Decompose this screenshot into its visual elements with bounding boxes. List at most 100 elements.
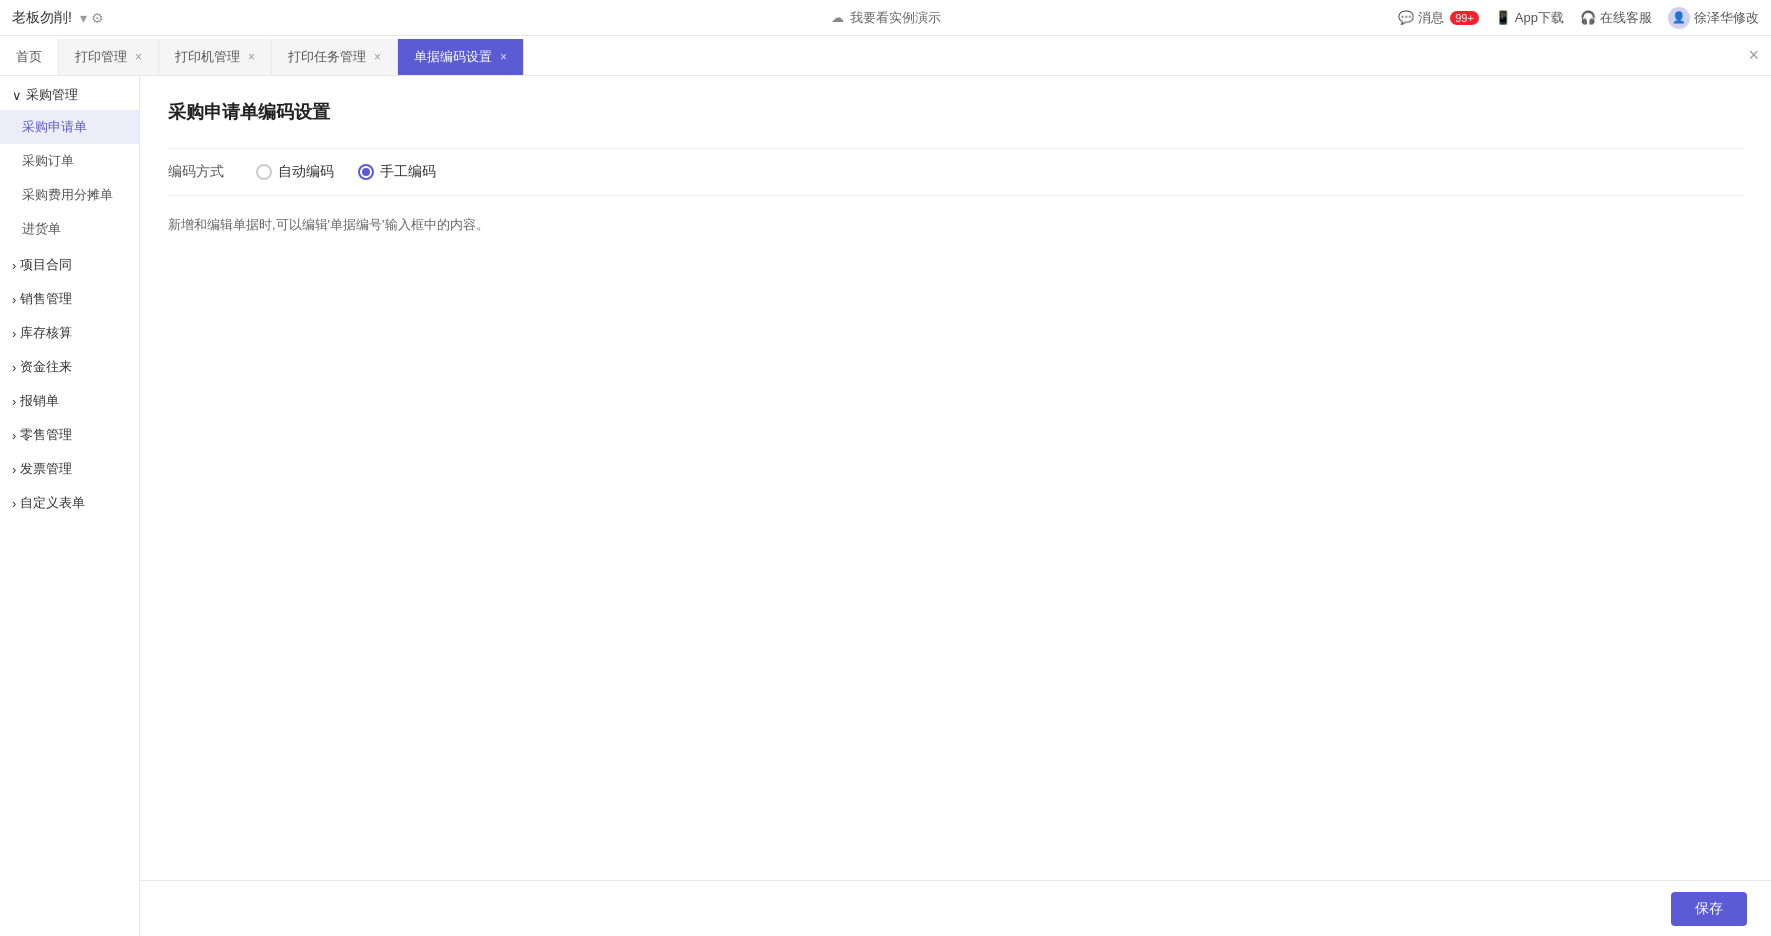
radio-manual-label: 手工编码 bbox=[380, 163, 436, 181]
page-title: 采购申请单编码设置 bbox=[168, 100, 1743, 124]
tab-print-manage[interactable]: 打印管理 × bbox=[59, 39, 159, 75]
expand-icon: › bbox=[12, 292, 16, 307]
online-service-button[interactable]: 🎧 在线客服 bbox=[1580, 9, 1652, 27]
message-badge: 99+ bbox=[1450, 11, 1479, 25]
message-button[interactable]: 💬 消息 99+ bbox=[1398, 9, 1479, 27]
top-bar-left: 老板勿削! ▾ ⚙ bbox=[12, 9, 104, 27]
radio-manual-circle bbox=[358, 164, 374, 180]
tab-doc-code-label: 单据编码设置 bbox=[414, 48, 492, 66]
sidebar-group-reimbursement-label: 报销单 bbox=[20, 392, 59, 410]
close-all-tabs-button[interactable]: × bbox=[1748, 45, 1759, 66]
expand-icon: › bbox=[12, 428, 16, 443]
sidebar-group-custom-form-label: 自定义表单 bbox=[20, 494, 85, 512]
sidebar-group-retail-title[interactable]: › 零售管理 bbox=[0, 416, 139, 450]
sidebar-group-purchase-title[interactable]: ∨ 采购管理 bbox=[0, 76, 139, 110]
save-button[interactable]: 保存 bbox=[1671, 892, 1747, 926]
sidebar-group-purchase-label: 采购管理 bbox=[26, 86, 78, 104]
user-name: 徐泽华修改 bbox=[1694, 9, 1759, 27]
expand-icon: › bbox=[12, 326, 16, 341]
sidebar-group-purchase: ∨ 采购管理 采购申请单 采购订单 采购费用分摊单 进货单 bbox=[0, 76, 139, 246]
cloud-icon: ☁ bbox=[831, 10, 844, 25]
coding-method-radio-group: 自动编码 手工编码 bbox=[256, 163, 436, 181]
sidebar-item-purchase-request-label: 采购申请单 bbox=[22, 119, 87, 134]
top-bar-center: ☁ 我要看实例演示 bbox=[831, 9, 941, 27]
headset-icon: 🎧 bbox=[1580, 10, 1596, 25]
radio-auto-label: 自动编码 bbox=[278, 163, 334, 181]
content-inner: 采购申请单编码设置 编码方式 自动编码 手工编码 新增和编辑单据时,可以编辑'单… bbox=[140, 76, 1771, 880]
radio-auto-coding[interactable]: 自动编码 bbox=[256, 163, 334, 181]
message-label: 消息 bbox=[1418, 9, 1444, 27]
user-menu[interactable]: 👤 徐泽华修改 bbox=[1668, 7, 1759, 29]
sidebar-group-inventory-label: 库存核算 bbox=[20, 324, 72, 342]
app-download-label: App下载 bbox=[1515, 9, 1564, 27]
sidebar-group-capital-label: 资金往来 bbox=[20, 358, 72, 376]
sidebar-group-project-title[interactable]: › 项目合同 bbox=[0, 246, 139, 280]
tab-print-task[interactable]: 打印任务管理 × bbox=[272, 39, 398, 75]
tab-print-task-label: 打印任务管理 bbox=[288, 48, 366, 66]
sidebar-item-purchase-expense[interactable]: 采购费用分摊单 bbox=[0, 178, 139, 212]
top-bar: 老板勿削! ▾ ⚙ ☁ 我要看实例演示 💬 消息 99+ 📱 App下载 🎧 在… bbox=[0, 0, 1771, 36]
online-service-label: 在线客服 bbox=[1600, 9, 1652, 27]
sidebar-group-invoice-title[interactable]: › 发票管理 bbox=[0, 450, 139, 484]
sidebar-group-inventory-title[interactable]: › 库存核算 bbox=[0, 314, 139, 348]
message-icon: 💬 bbox=[1398, 10, 1414, 25]
content-footer: 保存 bbox=[140, 880, 1771, 936]
sidebar-group-retail-label: 零售管理 bbox=[20, 426, 72, 444]
sidebar-item-stock-in-label: 进货单 bbox=[22, 221, 61, 236]
sidebar-group-sales-label: 销售管理 bbox=[20, 290, 72, 308]
tab-close-icon[interactable]: × bbox=[374, 51, 381, 63]
tab-close-icon[interactable]: × bbox=[248, 51, 255, 63]
demo-text[interactable]: 我要看实例演示 bbox=[850, 9, 941, 27]
sidebar-group-sales: › 销售管理 bbox=[0, 280, 139, 314]
expand-icon: › bbox=[12, 462, 16, 477]
tab-print-manage-label: 打印管理 bbox=[75, 48, 127, 66]
top-bar-icons: ▾ ⚙ bbox=[80, 10, 104, 26]
expand-icon: › bbox=[12, 258, 16, 273]
tab-bar: 首页 打印管理 × 打印机管理 × 打印任务管理 × 单据编码设置 × × bbox=[0, 36, 1771, 76]
sidebar-group-capital: › 资金往来 bbox=[0, 348, 139, 382]
sidebar-group-invoice-label: 发票管理 bbox=[20, 460, 72, 478]
app-download-button[interactable]: 📱 App下载 bbox=[1495, 9, 1564, 27]
sidebar-item-purchase-request[interactable]: 采购申请单 bbox=[0, 110, 139, 144]
tab-printer-manage[interactable]: 打印机管理 × bbox=[159, 39, 272, 75]
tab-close-icon[interactable]: × bbox=[500, 51, 507, 63]
sidebar-group-project-label: 项目合同 bbox=[20, 256, 72, 274]
chevron-down-icon[interactable]: ▾ bbox=[80, 10, 87, 26]
sidebar-group-custom-form-title[interactable]: › 自定义表单 bbox=[0, 484, 139, 518]
sidebar-group-inventory: › 库存核算 bbox=[0, 314, 139, 348]
top-bar-title: 老板勿削! bbox=[12, 9, 72, 27]
avatar: 👤 bbox=[1668, 7, 1690, 29]
sidebar-group-project: › 项目合同 bbox=[0, 246, 139, 280]
collapse-icon: ∨ bbox=[12, 88, 22, 103]
sidebar-group-reimbursement-title[interactable]: › 报销单 bbox=[0, 382, 139, 416]
app-download-icon: 📱 bbox=[1495, 10, 1511, 25]
content-area: 采购申请单编码设置 编码方式 自动编码 手工编码 新增和编辑单据时,可以编辑'单… bbox=[140, 76, 1771, 936]
coding-method-row: 编码方式 自动编码 手工编码 bbox=[168, 148, 1743, 196]
sidebar-item-purchase-order[interactable]: 采购订单 bbox=[0, 144, 139, 178]
main-layout: ∨ 采购管理 采购申请单 采购订单 采购费用分摊单 进货单 › 项目合同 bbox=[0, 76, 1771, 936]
sidebar-item-purchase-expense-label: 采购费用分摊单 bbox=[22, 187, 113, 202]
sidebar-group-invoice: › 发票管理 bbox=[0, 450, 139, 484]
tab-printer-manage-label: 打印机管理 bbox=[175, 48, 240, 66]
sidebar-item-stock-in[interactable]: 进货单 bbox=[0, 212, 139, 246]
sidebar-group-reimbursement: › 报销单 bbox=[0, 382, 139, 416]
gear-icon[interactable]: ⚙ bbox=[91, 10, 104, 26]
expand-icon: › bbox=[12, 496, 16, 511]
sidebar-group-retail: › 零售管理 bbox=[0, 416, 139, 450]
expand-icon: › bbox=[12, 394, 16, 409]
info-text: 新增和编辑单据时,可以编辑'单据编号'输入框中的内容。 bbox=[168, 216, 1743, 234]
sidebar: ∨ 采购管理 采购申请单 采购订单 采购费用分摊单 进货单 › 项目合同 bbox=[0, 76, 140, 936]
coding-method-label: 编码方式 bbox=[168, 163, 224, 181]
sidebar-item-purchase-order-label: 采购订单 bbox=[22, 153, 74, 168]
tab-home-label: 首页 bbox=[16, 48, 42, 66]
tab-close-icon[interactable]: × bbox=[135, 51, 142, 63]
tab-doc-code[interactable]: 单据编码设置 × bbox=[398, 39, 524, 75]
top-bar-right: 💬 消息 99+ 📱 App下载 🎧 在线客服 👤 徐泽华修改 bbox=[1398, 7, 1759, 29]
radio-manual-coding[interactable]: 手工编码 bbox=[358, 163, 436, 181]
sidebar-group-custom-form: › 自定义表单 bbox=[0, 484, 139, 518]
sidebar-group-capital-title[interactable]: › 资金往来 bbox=[0, 348, 139, 382]
expand-icon: › bbox=[12, 360, 16, 375]
sidebar-group-sales-title[interactable]: › 销售管理 bbox=[0, 280, 139, 314]
tab-home[interactable]: 首页 bbox=[0, 39, 59, 75]
radio-auto-circle bbox=[256, 164, 272, 180]
